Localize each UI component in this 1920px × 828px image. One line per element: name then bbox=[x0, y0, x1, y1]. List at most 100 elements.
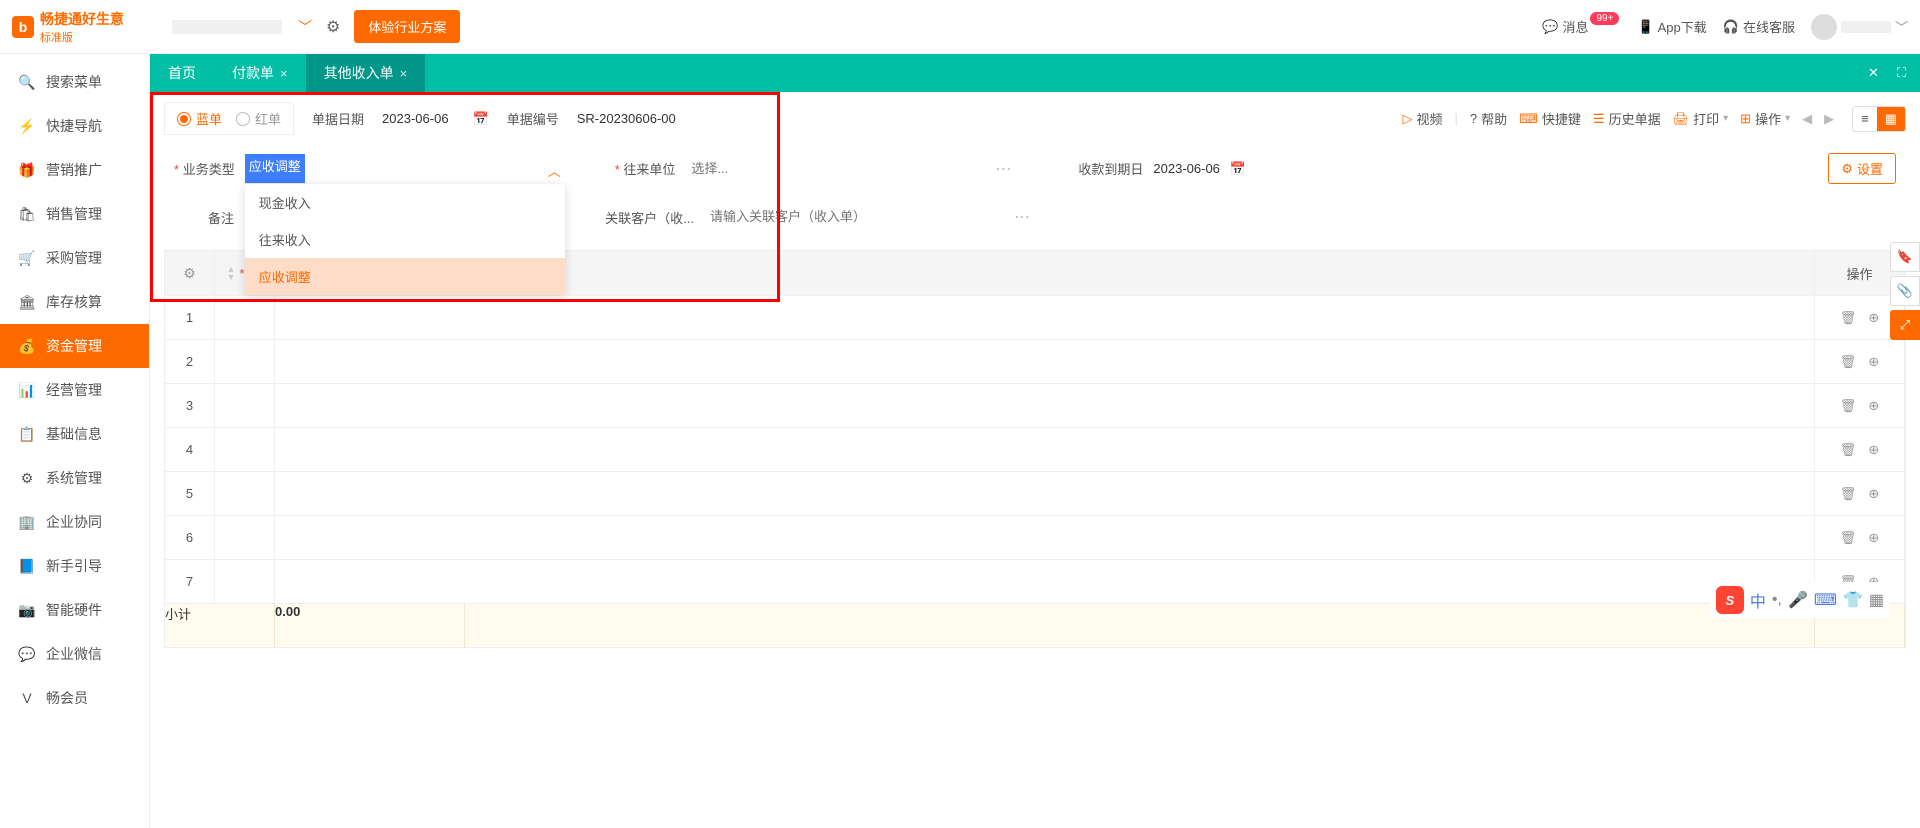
biz-type-select[interactable]: 应收调整 bbox=[245, 154, 305, 184]
radio-red[interactable]: 红单 bbox=[236, 109, 281, 128]
copy-row-icon[interactable]: ⊕ bbox=[1868, 398, 1879, 414]
delete-row-icon[interactable]: 🗑 bbox=[1840, 398, 1857, 414]
sidebar-item[interactable]: 💰资金管理 bbox=[0, 324, 149, 368]
detail-table: ⚙ ▲▼ **收 操作 1 🗑 ⊕ 2 🗑 ⊕ 3 bbox=[164, 250, 1906, 648]
view-list-icon[interactable]: ≡ bbox=[1853, 107, 1877, 131]
ime-mic-icon[interactable]: 🎤 bbox=[1788, 590, 1808, 610]
sidebar-item[interactable]: 🏢企业协同 bbox=[0, 500, 149, 544]
sidebar-item[interactable]: 📷智能硬件 bbox=[0, 588, 149, 632]
print-icon: 🖨 bbox=[1673, 111, 1690, 127]
radio-dot-icon bbox=[177, 112, 191, 126]
sidebar-item[interactable]: 📊经营管理 bbox=[0, 368, 149, 412]
sidebar-item-label: 资金管理 bbox=[46, 336, 102, 356]
ime-keyboard-icon[interactable]: ⌨ bbox=[1814, 590, 1837, 610]
due-date-value[interactable]: 2023-06-06 bbox=[1153, 161, 1220, 176]
copy-row-icon[interactable]: ⊕ bbox=[1868, 354, 1879, 370]
delete-row-icon[interactable]: 🗑 bbox=[1840, 354, 1857, 370]
gear-icon[interactable]: ⚙ bbox=[326, 17, 340, 37]
sidebar-item[interactable]: ⚡快捷导航 bbox=[0, 104, 149, 148]
close-icon[interactable]: × bbox=[400, 66, 408, 81]
support-link[interactable]: 🎧 在线客服 bbox=[1723, 17, 1795, 36]
due-date-label: 收款到期日 bbox=[1063, 159, 1143, 178]
copy-row-icon[interactable]: ⊕ bbox=[1868, 310, 1879, 326]
doc-date-value[interactable]: 2023-06-06 bbox=[382, 111, 449, 126]
video-button[interactable]: ▷视频 bbox=[1402, 109, 1442, 128]
ime-skin-icon[interactable]: 👕 bbox=[1843, 590, 1863, 610]
rel-cust-input[interactable] bbox=[704, 202, 1004, 232]
sidebar-item-label: 搜索菜单 bbox=[46, 72, 102, 92]
action-button[interactable]: ⊞操作▾ bbox=[1740, 109, 1790, 128]
dropdown-option[interactable]: 往来收入 bbox=[245, 221, 565, 258]
delete-row-icon[interactable]: 🗑 bbox=[1840, 530, 1857, 546]
sidebar-item[interactable]: ⚙系统管理 bbox=[0, 456, 149, 500]
next-icon[interactable]: ▶ bbox=[1824, 111, 1834, 127]
print-button[interactable]: 🖨打印▾ bbox=[1673, 109, 1729, 128]
table-settings-icon[interactable]: ⚙ bbox=[165, 251, 215, 295]
calendar-icon[interactable]: 📅 bbox=[473, 111, 489, 127]
sidebar-item[interactable]: 🛒采购管理 bbox=[0, 236, 149, 280]
copy-row-icon[interactable]: ⊕ bbox=[1868, 442, 1879, 458]
close-tab-icon[interactable]: ✕ bbox=[1864, 61, 1883, 85]
sidebar-item[interactable]: 📘新手引导 bbox=[0, 544, 149, 588]
delete-row-icon[interactable]: 🗑 bbox=[1840, 310, 1857, 326]
view-card-icon[interactable]: ▦ bbox=[1877, 107, 1905, 131]
hotkey-button[interactable]: ⌨快捷键 bbox=[1519, 109, 1581, 128]
sidebar-item-label: 智能硬件 bbox=[46, 600, 102, 620]
tab[interactable]: 其他收入单× bbox=[306, 54, 426, 92]
settings-button[interactable]: ⚙ 设置 bbox=[1828, 153, 1896, 184]
expand-icon[interactable]: ⛶ bbox=[1893, 61, 1910, 85]
sidebar-item[interactable]: 🛍销售管理 bbox=[0, 192, 149, 236]
sidebar-item-label: 企业微信 bbox=[46, 644, 102, 664]
messages-link[interactable]: 💬 消息 99+ bbox=[1542, 17, 1621, 36]
table-row[interactable]: 6 🗑 ⊕ bbox=[165, 515, 1905, 559]
ime-logo-icon[interactable]: S bbox=[1716, 586, 1744, 614]
table-row[interactable]: 5 🗑 ⊕ bbox=[165, 471, 1905, 515]
table-row[interactable]: 4 🗑 ⊕ bbox=[165, 427, 1905, 471]
history-button[interactable]: ☰历史单据 bbox=[1593, 109, 1661, 128]
badge: 99+ bbox=[1590, 12, 1619, 25]
expand-tool-icon[interactable]: ⤢ bbox=[1890, 310, 1920, 340]
ime-grid-icon[interactable]: ▦ bbox=[1869, 590, 1884, 610]
calendar-icon[interactable]: 📅 bbox=[1230, 161, 1246, 177]
sidebar-icon: 🏛 bbox=[18, 294, 36, 311]
table-row[interactable]: 7 🗑 ⊕ bbox=[165, 559, 1905, 603]
sidebar-item[interactable]: 🎁营销推广 bbox=[0, 148, 149, 192]
copy-row-icon[interactable]: ⊕ bbox=[1868, 530, 1879, 546]
row-index: 1 bbox=[165, 296, 215, 339]
delete-row-icon[interactable]: 🗑 bbox=[1840, 486, 1857, 502]
sidebar-item[interactable]: V畅会员 bbox=[0, 676, 149, 720]
dropdown-option[interactable]: 应收调整 bbox=[245, 258, 565, 295]
cta-button[interactable]: 体验行业方案 bbox=[354, 10, 460, 43]
user-menu[interactable]: ﹀ bbox=[1811, 14, 1908, 40]
tab[interactable]: 付款单× bbox=[214, 54, 306, 92]
more-icon[interactable]: ⋯ bbox=[995, 159, 1013, 179]
tag-tool-icon[interactable]: 🔖 bbox=[1890, 242, 1920, 272]
grid-icon: ⊞ bbox=[1740, 111, 1751, 127]
unit-input[interactable] bbox=[685, 154, 985, 184]
sidebar-item[interactable]: 🏛库存核算 bbox=[0, 280, 149, 324]
radio-blue[interactable]: 蓝单 bbox=[177, 109, 222, 128]
ime-lang[interactable]: 中 bbox=[1750, 588, 1766, 612]
tab[interactable]: 首页 bbox=[150, 54, 214, 92]
table-row[interactable]: 3 🗑 ⊕ bbox=[165, 383, 1905, 427]
dropdown-option[interactable]: 现金收入 bbox=[245, 184, 565, 221]
chevron-up-icon[interactable]: ︿ bbox=[548, 161, 561, 180]
delete-row-icon[interactable]: 🗑 bbox=[1840, 442, 1857, 458]
sidebar-item[interactable]: 📋基础信息 bbox=[0, 412, 149, 456]
ime-punct-icon[interactable]: •, bbox=[1772, 591, 1782, 609]
sidebar-item[interactable]: 💬企业微信 bbox=[0, 632, 149, 676]
table-row[interactable]: 2 🗑 ⊕ bbox=[165, 339, 1905, 383]
prev-icon[interactable]: ◀ bbox=[1802, 111, 1812, 127]
copy-row-icon[interactable]: ⊕ bbox=[1868, 486, 1879, 502]
tenant-selector[interactable]: ﹀ bbox=[172, 17, 312, 37]
sidebar-item[interactable]: 🔍搜索菜单 bbox=[0, 60, 149, 104]
table-row[interactable]: 1 🗑 ⊕ bbox=[165, 295, 1905, 339]
app-download-link[interactable]: 📱 App下载 bbox=[1637, 17, 1706, 36]
attach-tool-icon[interactable]: 📎 bbox=[1890, 276, 1920, 306]
logo-text: 畅捷通好生意 bbox=[40, 9, 124, 29]
sidebar-icon: 📘 bbox=[18, 558, 36, 575]
more-icon[interactable]: ⋯ bbox=[1014, 207, 1032, 227]
close-icon[interactable]: × bbox=[280, 66, 288, 81]
row-index: 5 bbox=[165, 472, 215, 515]
help-button[interactable]: ?帮助 bbox=[1470, 109, 1507, 128]
